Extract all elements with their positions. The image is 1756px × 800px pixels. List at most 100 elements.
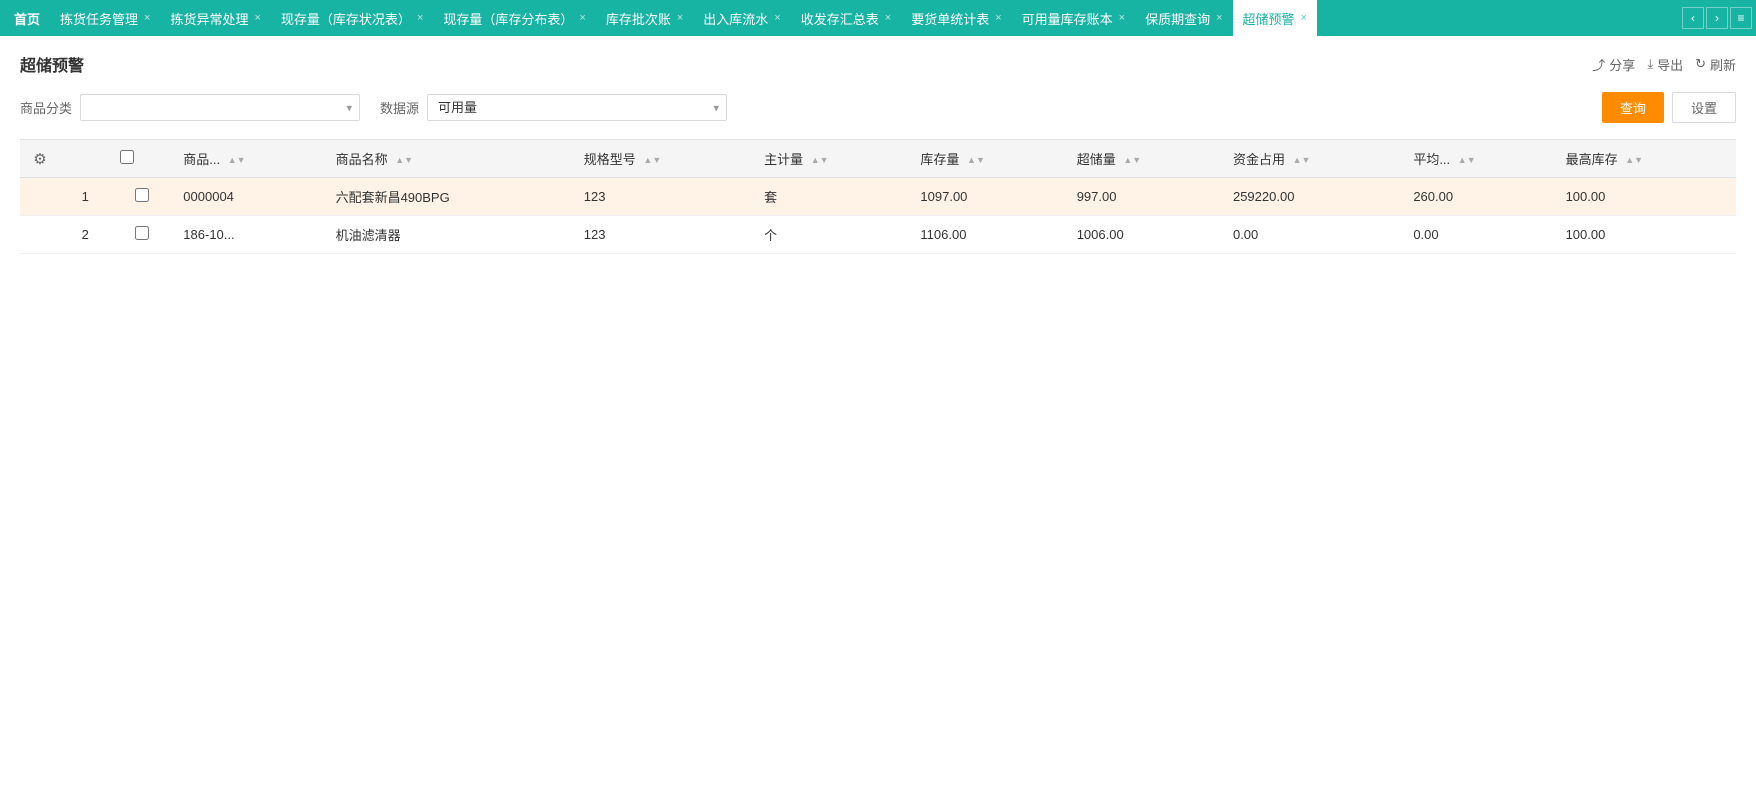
refresh-button[interactable]: ↻ 刷新 bbox=[1695, 55, 1736, 74]
share-icon: ⤴ bbox=[1592, 55, 1605, 74]
filter-actions: 查询 设置 bbox=[1602, 92, 1736, 123]
filter-row: 商品分类 ▾ 数据源 可用量 ▾ 查询 设置 bbox=[20, 92, 1736, 123]
row-spec-cell: 123 bbox=[574, 216, 754, 254]
row-checkbox[interactable] bbox=[135, 188, 149, 202]
sort-stock-icon: ▲▼ bbox=[967, 156, 985, 165]
nav-tab-1[interactable]: 拣货任务管理 × bbox=[50, 0, 160, 36]
col-checkbox bbox=[110, 140, 173, 178]
row-checkbox[interactable] bbox=[135, 226, 149, 240]
sort-maxstock-icon: ▲▼ bbox=[1625, 156, 1643, 165]
nav-arrows: ‹ › ≡ bbox=[1682, 7, 1752, 29]
row-name-cell: 六配套新昌490BPG bbox=[326, 178, 574, 216]
row-settings-cell bbox=[20, 216, 60, 254]
query-button[interactable]: 查询 bbox=[1602, 92, 1664, 123]
select-all-checkbox[interactable] bbox=[120, 150, 134, 164]
col-num bbox=[60, 140, 110, 178]
nav-tab-8[interactable]: 要货单统计表 × bbox=[901, 0, 1011, 36]
settings-button[interactable]: 设置 bbox=[1672, 92, 1736, 123]
category-select[interactable] bbox=[80, 94, 360, 121]
nav-tab-3[interactable]: 现存量（库存状况表） × bbox=[271, 0, 433, 36]
nav-prev-button[interactable]: ‹ bbox=[1682, 7, 1704, 29]
col-settings: ⚙ bbox=[20, 140, 60, 178]
sort-avg-icon: ▲▼ bbox=[1458, 156, 1476, 165]
table-row: 2 186-10... 机油滤清器 123 个 1106.00 1006.00 … bbox=[20, 216, 1736, 254]
close-tab-9[interactable]: × bbox=[1119, 12, 1125, 24]
top-navigation: 首页 拣货任务管理 × 拣货异常处理 × 现存量（库存状况表） × 现存量（库存… bbox=[0, 0, 1756, 36]
nav-tab-4[interactable]: 现存量（库存分布表） × bbox=[433, 0, 595, 36]
nav-tab-6[interactable]: 出入库流水 × bbox=[693, 0, 790, 36]
close-tab-2[interactable]: × bbox=[254, 12, 260, 24]
row-overstock-cell: 1006.00 bbox=[1067, 216, 1223, 254]
close-tab-5[interactable]: × bbox=[677, 12, 683, 24]
nav-tab-10[interactable]: 保质期查询 × bbox=[1135, 0, 1232, 36]
col-code[interactable]: 商品... ▲▼ bbox=[173, 140, 325, 178]
row-unit-cell: 个 bbox=[754, 216, 910, 254]
close-tab-3[interactable]: × bbox=[417, 12, 423, 24]
table-header-row: ⚙ 商品... ▲▼ 商品名称 ▲▼ 规格型号 ▲▼ bbox=[20, 140, 1736, 178]
column-settings-icon[interactable]: ⚙ bbox=[33, 151, 46, 168]
row-num-cell: 1 bbox=[60, 178, 110, 216]
row-code-cell: 186-10... bbox=[173, 216, 325, 254]
sort-overstock-icon: ▲▼ bbox=[1123, 156, 1141, 165]
nav-tab-7[interactable]: 收发存汇总表 × bbox=[791, 0, 901, 36]
col-name[interactable]: 商品名称 ▲▼ bbox=[326, 140, 574, 178]
sort-unit-icon: ▲▼ bbox=[811, 156, 829, 165]
close-tab-8[interactable]: × bbox=[995, 12, 1001, 24]
category-label: 商品分类 bbox=[20, 98, 72, 117]
row-avg-cell: 0.00 bbox=[1403, 216, 1555, 254]
row-stock-cell: 1097.00 bbox=[910, 178, 1066, 216]
nav-tab-5[interactable]: 库存批次账 × bbox=[596, 0, 693, 36]
col-spec[interactable]: 规格型号 ▲▼ bbox=[574, 140, 754, 178]
close-tab-4[interactable]: × bbox=[579, 12, 585, 24]
col-stock[interactable]: 库存量 ▲▼ bbox=[910, 140, 1066, 178]
page-content: 超储预警 ⤴ 分享 ⤓ 导出 ↻ 刷新 商品分类 ▾ bbox=[0, 36, 1756, 800]
col-avg[interactable]: 平均... ▲▼ bbox=[1403, 140, 1555, 178]
close-tab-1[interactable]: × bbox=[144, 12, 150, 24]
page-title: 超储预警 bbox=[20, 52, 84, 76]
sort-capital-icon: ▲▼ bbox=[1293, 156, 1311, 165]
col-overstock[interactable]: 超储量 ▲▼ bbox=[1067, 140, 1223, 178]
page-header: 超储预警 ⤴ 分享 ⤓ 导出 ↻ 刷新 bbox=[20, 52, 1736, 76]
share-button[interactable]: ⤴ 分享 bbox=[1592, 55, 1635, 74]
row-code-cell: 0000004 bbox=[173, 178, 325, 216]
data-table: ⚙ 商品... ▲▼ 商品名称 ▲▼ 规格型号 ▲▼ bbox=[20, 139, 1736, 254]
nav-tab-11[interactable]: 超储预警 × bbox=[1233, 0, 1317, 36]
nav-next-button[interactable]: › bbox=[1706, 7, 1728, 29]
nav-home[interactable]: 首页 bbox=[4, 0, 50, 36]
row-num-cell: 2 bbox=[60, 216, 110, 254]
row-maxstock-cell: 100.00 bbox=[1556, 216, 1736, 254]
close-tab-10[interactable]: × bbox=[1216, 12, 1222, 24]
nav-tab-2[interactable]: 拣货异常处理 × bbox=[160, 0, 270, 36]
row-checkbox-cell bbox=[110, 178, 173, 216]
row-settings-cell bbox=[20, 178, 60, 216]
row-spec-cell: 123 bbox=[574, 178, 754, 216]
export-button[interactable]: ⤓ 导出 bbox=[1647, 55, 1683, 74]
close-tab-11[interactable]: × bbox=[1301, 12, 1307, 24]
export-icon: ⤓ bbox=[1647, 56, 1653, 72]
row-maxstock-cell: 100.00 bbox=[1556, 178, 1736, 216]
col-maxstock[interactable]: 最高库存 ▲▼ bbox=[1556, 140, 1736, 178]
datasource-filter-group: 数据源 可用量 ▾ bbox=[380, 94, 727, 121]
row-stock-cell: 1106.00 bbox=[910, 216, 1066, 254]
row-capital-cell: 259220.00 bbox=[1223, 178, 1403, 216]
datasource-select-wrapper: 可用量 ▾ bbox=[427, 94, 727, 121]
col-capital[interactable]: 资金占用 ▲▼ bbox=[1223, 140, 1403, 178]
header-actions: ⤴ 分享 ⤓ 导出 ↻ 刷新 bbox=[1592, 55, 1736, 74]
nav-more-button[interactable]: ≡ bbox=[1730, 7, 1752, 29]
close-tab-7[interactable]: × bbox=[885, 12, 891, 24]
refresh-icon: ↻ bbox=[1695, 56, 1706, 72]
row-name-cell: 机油滤清器 bbox=[326, 216, 574, 254]
close-tab-6[interactable]: × bbox=[774, 12, 780, 24]
row-avg-cell: 260.00 bbox=[1403, 178, 1555, 216]
category-select-wrapper: ▾ bbox=[80, 94, 360, 121]
datasource-select[interactable]: 可用量 bbox=[427, 94, 727, 121]
row-capital-cell: 0.00 bbox=[1223, 216, 1403, 254]
col-unit[interactable]: 主计量 ▲▼ bbox=[754, 140, 910, 178]
table-row: 1 0000004 六配套新昌490BPG 123 套 1097.00 997.… bbox=[20, 178, 1736, 216]
sort-code-icon: ▲▼ bbox=[228, 156, 246, 165]
row-unit-cell: 套 bbox=[754, 178, 910, 216]
datasource-label: 数据源 bbox=[380, 98, 419, 117]
category-filter-group: 商品分类 ▾ bbox=[20, 94, 360, 121]
row-checkbox-cell bbox=[110, 216, 173, 254]
nav-tab-9[interactable]: 可用量库存账本 × bbox=[1012, 0, 1135, 36]
